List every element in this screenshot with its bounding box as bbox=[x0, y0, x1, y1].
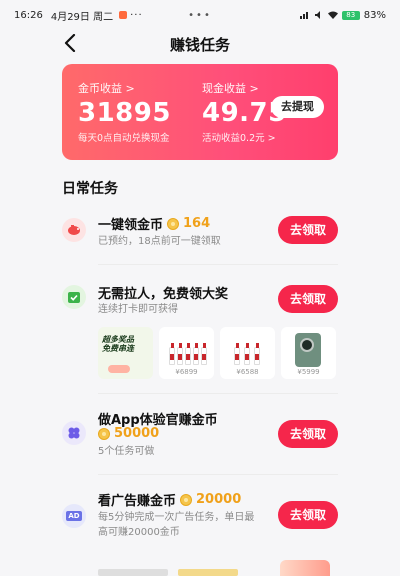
page-title: 赚钱任务 bbox=[169, 35, 230, 54]
liquor-bottle-icon bbox=[244, 343, 250, 365]
liquor-bottle-icon bbox=[254, 343, 260, 365]
prize-card[interactable]: ¥5999 bbox=[281, 327, 336, 379]
task-coin-amount: 20000 bbox=[196, 492, 242, 507]
coin-icon bbox=[98, 427, 110, 440]
clover-icon bbox=[62, 421, 86, 445]
mute-icon bbox=[314, 11, 320, 19]
coin-icon bbox=[180, 493, 193, 506]
task-reward: 50000 bbox=[98, 426, 159, 441]
piggy-bank-icon bbox=[62, 218, 86, 242]
status-time: 16:26 bbox=[14, 9, 43, 21]
ad-icon-label: AD bbox=[66, 511, 82, 521]
battery-level: 83 bbox=[341, 10, 360, 20]
status-more: ··· bbox=[130, 9, 143, 21]
earnings-card: 金币收益 > 31895 每天0点自动兑换现金 现金收益 > 49.75 活动收… bbox=[62, 64, 338, 160]
task-title-text: 看广告赚金币 bbox=[98, 494, 177, 509]
claim-button[interactable]: 去领取 bbox=[278, 216, 338, 244]
coin-earnings-note: 每天0点自动兑换现金 bbox=[78, 133, 170, 144]
next-task-cutoff bbox=[98, 569, 258, 576]
divider bbox=[98, 393, 338, 394]
promo-card[interactable]: 超多奖品 免费串连 bbox=[98, 327, 153, 379]
withdraw-button[interactable]: 去提现 bbox=[271, 96, 324, 118]
task-one-click-coins: 一键领金币 164 已预约，18点前可一键领取 去领取 bbox=[62, 214, 338, 264]
battery-percent: 83% bbox=[363, 9, 386, 21]
chevron-left-icon bbox=[64, 34, 76, 52]
task-subtitle: 5个任务可做 bbox=[98, 446, 155, 457]
battery-icon: 83 bbox=[341, 10, 360, 20]
claim-button[interactable]: 去领取 bbox=[278, 420, 338, 448]
liquor-bottle-icon bbox=[185, 343, 191, 365]
promo-line-1: 超多奖品 bbox=[102, 335, 134, 344]
cutoff-text-placeholder bbox=[178, 569, 238, 576]
task-free-prize: 无需拉人，免费领大奖 连续打卡即可获得 去领取 超多奖品 免费串连 ¥6899 … bbox=[62, 283, 338, 383]
liquor-bottle-icon bbox=[177, 343, 183, 365]
task-title-text: 一键领金币 bbox=[98, 218, 164, 233]
prize-price: ¥6899 bbox=[175, 368, 198, 376]
camera-icon bbox=[300, 338, 314, 352]
claim-button[interactable]: 去领取 bbox=[278, 501, 338, 529]
task-subtitle: 连续打卡即可获得 bbox=[98, 304, 178, 315]
divider bbox=[98, 474, 338, 475]
coin-icon bbox=[167, 217, 180, 230]
claim-button[interactable]: 去领取 bbox=[278, 285, 338, 313]
status-bar: 16:26 4月29日 周二 ··· ••• 83 83% bbox=[0, 0, 400, 30]
status-right: 83 83% bbox=[299, 9, 386, 21]
task-app-tester: 做App体验官赚金币 50000 5个任务可做 去领取 bbox=[62, 409, 338, 465]
coin-earnings[interactable]: 金币收益 > 31895 每天0点自动兑换现金 bbox=[78, 80, 171, 144]
liquor-bottle-icon bbox=[234, 343, 240, 365]
cash-earnings-label: 现金收益 > bbox=[202, 82, 259, 95]
task-title: 看广告赚金币 20000 bbox=[98, 490, 241, 509]
liquor-bottle-icon bbox=[193, 343, 199, 365]
task-coin-amount: 164 bbox=[183, 216, 211, 231]
prize-row: 超多奖品 免费串连 ¥6899 ¥6588 ¥5999 bbox=[98, 327, 336, 379]
phone-icon bbox=[295, 333, 321, 367]
task-subtitle-line-1: 每5分钟完成一次广告任务，单日最 bbox=[98, 512, 255, 523]
task-coin-amount: 50000 bbox=[114, 426, 160, 441]
signal-icon bbox=[299, 12, 308, 19]
cutoff-text-placeholder bbox=[98, 569, 168, 576]
ad-icon: AD bbox=[62, 504, 86, 528]
back-button[interactable] bbox=[60, 32, 80, 54]
status-date: 4月29日 周二 bbox=[50, 11, 114, 23]
status-center-dots: ••• bbox=[188, 9, 212, 21]
hand-icon bbox=[108, 365, 130, 373]
liquor-bottle-icon bbox=[201, 343, 207, 365]
task-title: 一键领金币 164 bbox=[98, 214, 210, 233]
cash-earnings-note[interactable]: 活动收益0.2元 > bbox=[202, 130, 287, 144]
coin-earnings-value: 31895 bbox=[78, 98, 171, 128]
promo-text: 超多奖品 免费串连 bbox=[102, 335, 134, 353]
promo-line-2: 免费串连 bbox=[102, 344, 134, 353]
gift-box-icon bbox=[280, 560, 330, 576]
coin-earnings-label: 金币收益 > bbox=[78, 82, 135, 95]
prize-price: ¥5999 bbox=[297, 368, 320, 376]
task-title: 无需拉人，免费领大奖 bbox=[98, 287, 229, 302]
app-notification-icon bbox=[119, 11, 128, 19]
calendar-check-icon bbox=[62, 285, 86, 309]
liquor-bottle-icon bbox=[169, 343, 175, 365]
prize-card[interactable]: ¥6588 bbox=[220, 327, 275, 379]
prize-price: ¥6588 bbox=[236, 368, 259, 376]
nav-bar: 赚钱任务 bbox=[0, 30, 400, 58]
wifi-icon bbox=[327, 11, 338, 19]
divider bbox=[98, 264, 338, 265]
section-title: 日常任务 bbox=[62, 181, 118, 197]
task-watch-ads: AD 看广告赚金币 20000 每5分钟完成一次广告任务，单日最 高可赚2000… bbox=[62, 490, 338, 546]
prize-card[interactable]: ¥6899 bbox=[159, 327, 214, 379]
task-subtitle: 已预约，18点前可一键领取 bbox=[98, 236, 221, 247]
task-subtitle-line-2: 高可赚20000金币 bbox=[98, 527, 180, 538]
